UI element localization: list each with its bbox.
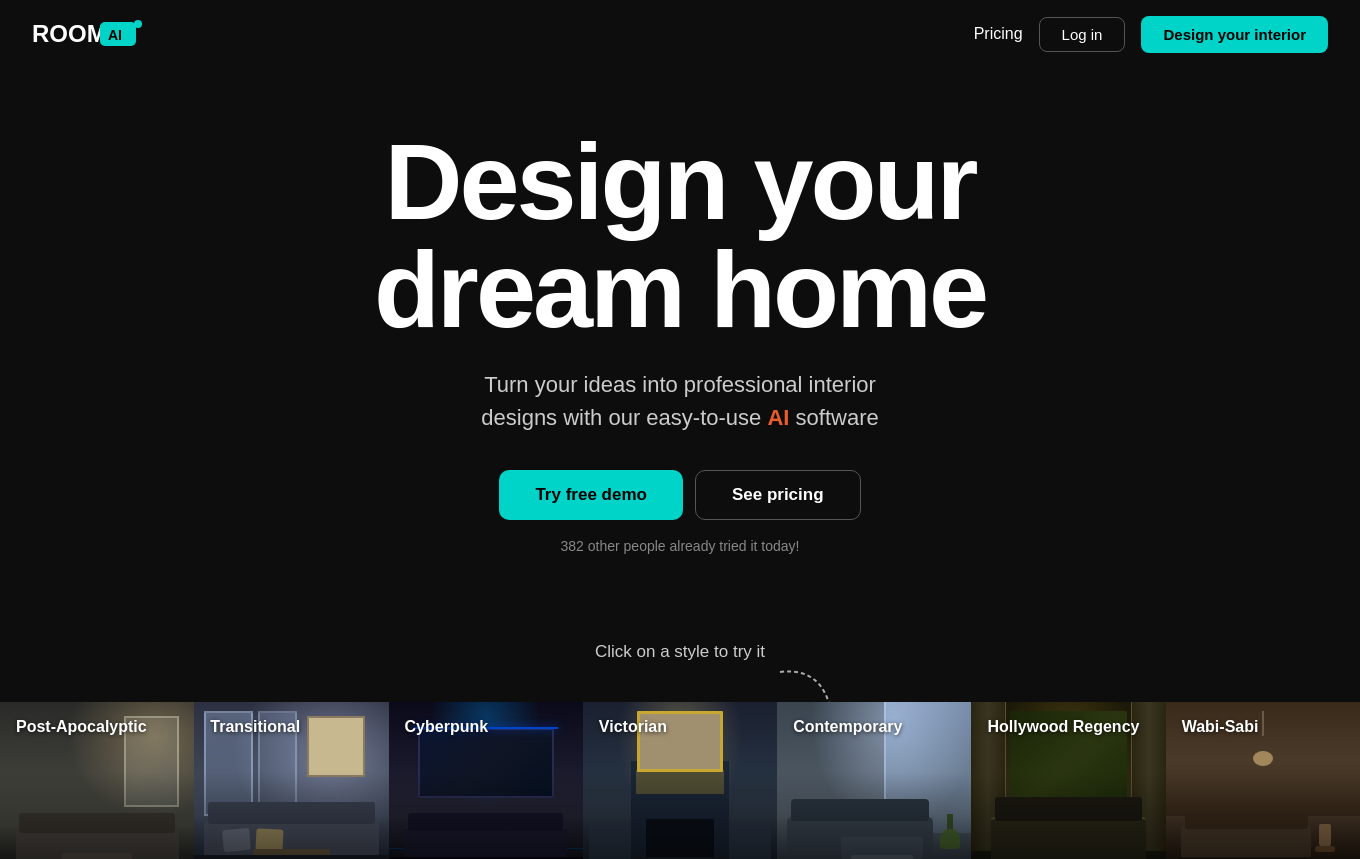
styles-hint: Click on a style to try it xyxy=(0,642,1360,662)
hero-subtitle: Turn your ideas into professional interi… xyxy=(481,368,878,434)
style-card-label-transitional: Transitional xyxy=(210,718,300,736)
subtitle-post: software xyxy=(796,405,879,430)
svg-point-3 xyxy=(134,20,142,28)
svg-text:ROOM: ROOM xyxy=(32,20,107,47)
style-card-label-hollywood: Hollywood Regency xyxy=(987,718,1139,736)
subtitle-mid: designs with our easy-to-use xyxy=(481,405,761,430)
styles-grid: Post-Apocalyptic Trans xyxy=(0,702,1360,859)
design-interior-button[interactable]: Design your interior xyxy=(1141,16,1328,53)
nav-actions: Pricing Log in Design your interior xyxy=(974,16,1328,53)
style-card-contemporary[interactable]: Contemporary xyxy=(777,702,971,859)
style-card-post-apocalyptic[interactable]: Post-Apocalyptic xyxy=(0,702,194,859)
hero-title-line1: Design your xyxy=(384,121,975,242)
styles-section: Click on a style to try it Post-Apocalyp… xyxy=(0,642,1360,859)
hero-cta-buttons: Try free demo See pricing xyxy=(499,470,860,520)
subtitle-pre: Turn your ideas into professional interi… xyxy=(484,372,876,397)
try-demo-button[interactable]: Try free demo xyxy=(499,470,683,520)
style-card-wabi-sabi[interactable]: Wabi-Sabi xyxy=(1166,702,1360,859)
nav-pricing-link[interactable]: Pricing xyxy=(974,25,1023,43)
style-card-cyberpunk[interactable]: Cyberpunk xyxy=(389,702,583,859)
logo[interactable]: ROOM AI xyxy=(32,16,142,52)
navbar: ROOM AI Pricing Log in Design your inter… xyxy=(0,0,1360,68)
style-card-label-victorian: Victorian xyxy=(599,718,667,736)
style-card-label-wabi-sabi: Wabi-Sabi xyxy=(1182,718,1259,736)
style-card-victorian[interactable]: Victorian xyxy=(583,702,777,859)
see-pricing-button[interactable]: See pricing xyxy=(695,470,861,520)
logo-svg: ROOM AI xyxy=(32,16,142,52)
style-card-label-cyberpunk: Cyberpunk xyxy=(405,718,489,736)
style-card-hollywood[interactable]: Hollywood Regency xyxy=(971,702,1165,859)
style-card-label-post-apocalyptic: Post-Apocalyptic xyxy=(16,718,147,736)
style-card-transitional[interactable]: Transitional xyxy=(194,702,388,859)
hero-title: Design your dream home xyxy=(374,128,986,344)
hero-title-line2: dream home xyxy=(374,229,986,350)
login-button[interactable]: Log in xyxy=(1039,17,1126,52)
svg-text:AI: AI xyxy=(108,27,122,43)
social-proof-text: 382 other people already tried it today! xyxy=(561,538,800,554)
subtitle-ai: AI xyxy=(767,405,789,430)
style-card-label-contemporary: Contemporary xyxy=(793,718,902,736)
hero-section: Design your dream home Turn your ideas i… xyxy=(0,68,1360,642)
